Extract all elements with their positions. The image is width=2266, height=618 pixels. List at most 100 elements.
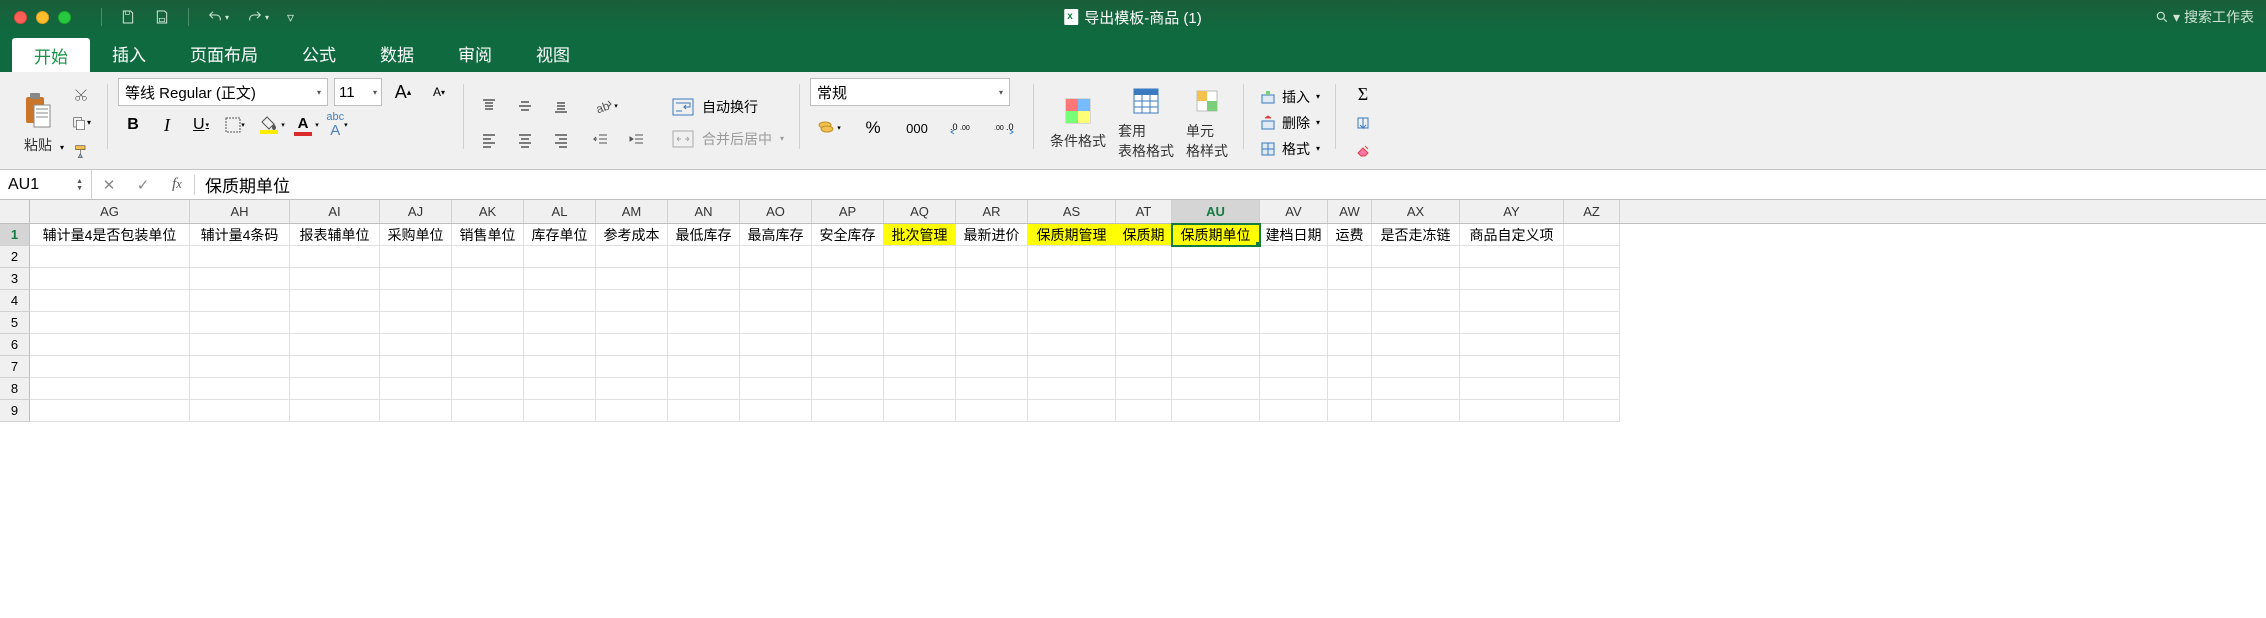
cell-AN7[interactable] (668, 356, 740, 378)
cell-AY6[interactable] (1460, 334, 1564, 356)
column-header-AK[interactable]: AK (452, 200, 524, 223)
borders-button[interactable]: ▾ (220, 112, 250, 138)
cell-AR2[interactable] (956, 246, 1028, 268)
cell-AX9[interactable] (1372, 400, 1460, 422)
cell-AO3[interactable] (740, 268, 812, 290)
cell-AU1[interactable]: 保质期单位 (1172, 224, 1260, 246)
cell-AK9[interactable] (452, 400, 524, 422)
cell-AZ4[interactable] (1564, 290, 1620, 312)
column-header-AG[interactable]: AG (30, 200, 190, 223)
column-header-AY[interactable]: AY (1460, 200, 1564, 223)
cell-AL1[interactable]: 库存单位 (524, 224, 596, 246)
cell-AI6[interactable] (290, 334, 380, 356)
align-middle-button[interactable] (510, 93, 540, 119)
cell-AH4[interactable] (190, 290, 290, 312)
cell-AL5[interactable] (524, 312, 596, 334)
column-header-AN[interactable]: AN (668, 200, 740, 223)
cell-AG6[interactable] (30, 334, 190, 356)
cell-AZ3[interactable] (1564, 268, 1620, 290)
align-bottom-button[interactable] (546, 93, 576, 119)
close-window-button[interactable] (14, 11, 27, 24)
format-painter-button[interactable] (68, 140, 94, 162)
cell-AN3[interactable] (668, 268, 740, 290)
column-header-AW[interactable]: AW (1328, 200, 1372, 223)
cell-AT7[interactable] (1116, 356, 1172, 378)
cell-AM1[interactable]: 参考成本 (596, 224, 668, 246)
column-header-AI[interactable]: AI (290, 200, 380, 223)
cell-AT1[interactable]: 保质期 (1116, 224, 1172, 246)
cell-AW5[interactable] (1328, 312, 1372, 334)
cell-AM6[interactable] (596, 334, 668, 356)
cell-AU7[interactable] (1172, 356, 1260, 378)
cell-AS4[interactable] (1028, 290, 1116, 312)
column-header-AO[interactable]: AO (740, 200, 812, 223)
align-center-button[interactable] (510, 127, 540, 153)
autosave-icon[interactable] (120, 9, 136, 25)
cell-AL6[interactable] (524, 334, 596, 356)
cell-AP1[interactable]: 安全库存 (812, 224, 884, 246)
cell-AG5[interactable] (30, 312, 190, 334)
search-sheets[interactable]: ▾ 搜索工作表 (2155, 7, 2254, 27)
increase-indent-button[interactable] (622, 127, 652, 153)
name-box[interactable]: AU1 ▲▼ (0, 170, 92, 199)
cell-AU6[interactable] (1172, 334, 1260, 356)
conditional-format-button[interactable]: 条件格式 (1044, 93, 1112, 153)
cell-AT8[interactable] (1116, 378, 1172, 400)
tab-formulas[interactable]: 公式 (280, 34, 358, 72)
cell-AI4[interactable] (290, 290, 380, 312)
cell-AK5[interactable] (452, 312, 524, 334)
cell-AH7[interactable] (190, 356, 290, 378)
column-header-AV[interactable]: AV (1260, 200, 1328, 223)
cell-AI7[interactable] (290, 356, 380, 378)
column-header-AM[interactable]: AM (596, 200, 668, 223)
cell-AQ2[interactable] (884, 246, 956, 268)
wrap-text-button[interactable]: 自动换行 (666, 95, 790, 119)
cell-AT4[interactable] (1116, 290, 1172, 312)
increase-decimal-button[interactable]: .0.00 (942, 114, 980, 142)
phonetic-guide-button[interactable]: abcA▾ (322, 112, 352, 138)
cell-AZ5[interactable] (1564, 312, 1620, 334)
column-header-AH[interactable]: AH (190, 200, 290, 223)
column-header-AQ[interactable]: AQ (884, 200, 956, 223)
cell-AY1[interactable]: 商品自定义项 (1460, 224, 1564, 246)
cell-AI2[interactable] (290, 246, 380, 268)
delete-cells-button[interactable]: 删除▾ (1258, 112, 1322, 134)
cell-AJ7[interactable] (380, 356, 452, 378)
cell-AY3[interactable] (1460, 268, 1564, 290)
row-header-6[interactable]: 6 (0, 334, 30, 356)
cell-AZ1[interactable] (1564, 224, 1620, 246)
autosum-button[interactable]: Σ (1350, 84, 1376, 106)
cell-AK8[interactable] (452, 378, 524, 400)
number-format-select[interactable]: 常规▾ (810, 78, 1010, 106)
cell-AY7[interactable] (1460, 356, 1564, 378)
cell-AT2[interactable] (1116, 246, 1172, 268)
row-header-9[interactable]: 9 (0, 400, 30, 422)
paste-button[interactable]: 粘贴 (16, 89, 60, 157)
tab-insert[interactable]: 插入 (90, 34, 168, 72)
cell-AP6[interactable] (812, 334, 884, 356)
font-shrink-button[interactable]: A▾ (424, 79, 454, 105)
cell-AG9[interactable] (30, 400, 190, 422)
cell-AY5[interactable] (1460, 312, 1564, 334)
cell-AR8[interactable] (956, 378, 1028, 400)
cell-AG7[interactable] (30, 356, 190, 378)
cut-button[interactable] (68, 84, 94, 106)
cell-AP2[interactable] (812, 246, 884, 268)
cell-AN6[interactable] (668, 334, 740, 356)
cell-AT6[interactable] (1116, 334, 1172, 356)
align-top-button[interactable] (474, 93, 504, 119)
cell-AM3[interactable] (596, 268, 668, 290)
column-header-AL[interactable]: AL (524, 200, 596, 223)
qat-customize-button[interactable]: ▿ (287, 9, 294, 26)
cancel-formula-button[interactable]: ✕ (92, 176, 126, 194)
select-all-corner[interactable] (0, 200, 30, 223)
cell-AH1[interactable]: 辅计量4条码 (190, 224, 290, 246)
cell-AS6[interactable] (1028, 334, 1116, 356)
cell-AR1[interactable]: 最新进价 (956, 224, 1028, 246)
cell-AN2[interactable] (668, 246, 740, 268)
cell-AY8[interactable] (1460, 378, 1564, 400)
merge-center-button[interactable]: 合并后居中 ▾ (666, 127, 790, 151)
cell-AO5[interactable] (740, 312, 812, 334)
cell-AU8[interactable] (1172, 378, 1260, 400)
cell-AT5[interactable] (1116, 312, 1172, 334)
